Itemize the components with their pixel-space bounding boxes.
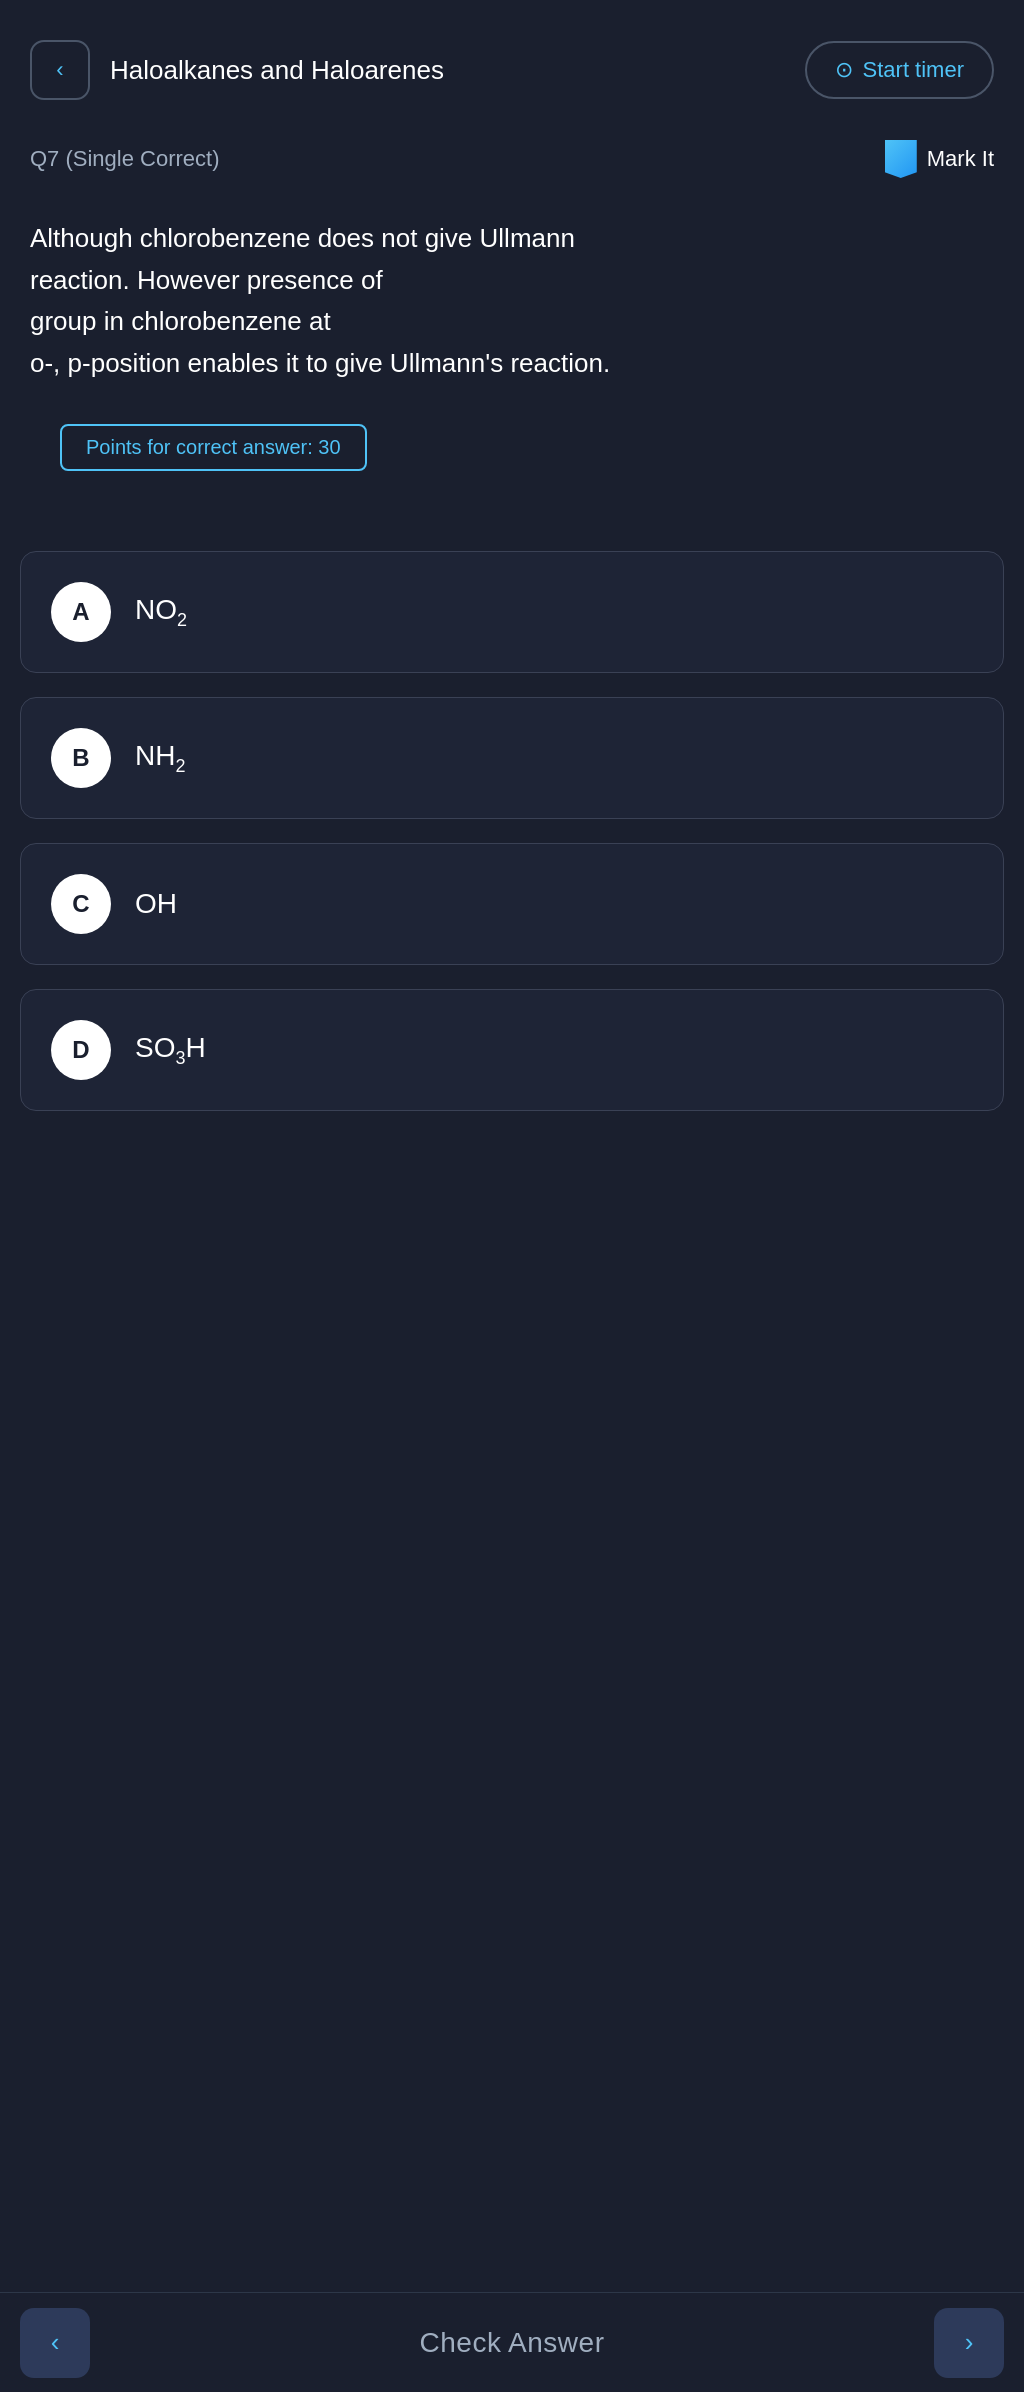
question-text: Although chlorobenzene does not give Ull… [0,198,1024,414]
mark-it-label: Mark It [927,146,994,172]
option-c-letter: C [51,874,111,934]
header-left: ‹ Haloalkanes and Haloarenes [30,40,444,100]
back-icon: ‹ [56,57,63,83]
option-d-letter: D [51,1020,111,1080]
page-title: Haloalkanes and Haloarenes [110,55,444,86]
bookmark-icon [885,140,917,178]
option-d-text: SO3H [135,1032,206,1069]
question-label: Q7 (Single Correct) [30,146,220,172]
option-b[interactable]: B NH2 [20,697,1004,819]
start-timer-label: Start timer [863,57,964,83]
question-line3: group in chlorobenzene at [30,306,331,336]
options-container: A NO2 B NH2 C OH D SO3H [0,551,1024,1111]
next-button[interactable]: › [934,2308,1004,2378]
check-answer-button[interactable]: Check Answer [420,2327,605,2359]
option-a-letter: A [51,582,111,642]
option-c[interactable]: C OH [20,843,1004,965]
option-b-text: NH2 [135,740,185,777]
bottom-nav: ‹ Check Answer › [0,2292,1024,2392]
points-badge: Points for correct answer: 30 [60,424,367,471]
option-c-text: OH [135,888,177,920]
timer-icon: ⊙ [835,57,853,83]
option-a-text: NO2 [135,594,187,631]
header: ‹ Haloalkanes and Haloarenes ⊙ Start tim… [0,0,1024,120]
question-line4: o-, p-position enables it to give Ullman… [30,348,610,378]
start-timer-button[interactable]: ⊙ Start timer [805,41,994,99]
points-section: Points for correct answer: 30 [0,414,1024,551]
next-icon: › [965,2327,974,2358]
option-d[interactable]: D SO3H [20,989,1004,1111]
question-line1: Although chlorobenzene does not give Ull… [30,223,575,253]
prev-icon: ‹ [51,2327,60,2358]
option-b-letter: B [51,728,111,788]
prev-button[interactable]: ‹ [20,2308,90,2378]
question-line2: reaction. However presence of [30,265,383,295]
option-a[interactable]: A NO2 [20,551,1004,673]
question-meta: Q7 (Single Correct) Mark It [0,120,1024,198]
mark-it-button[interactable]: Mark It [885,140,994,178]
back-button[interactable]: ‹ [30,40,90,100]
